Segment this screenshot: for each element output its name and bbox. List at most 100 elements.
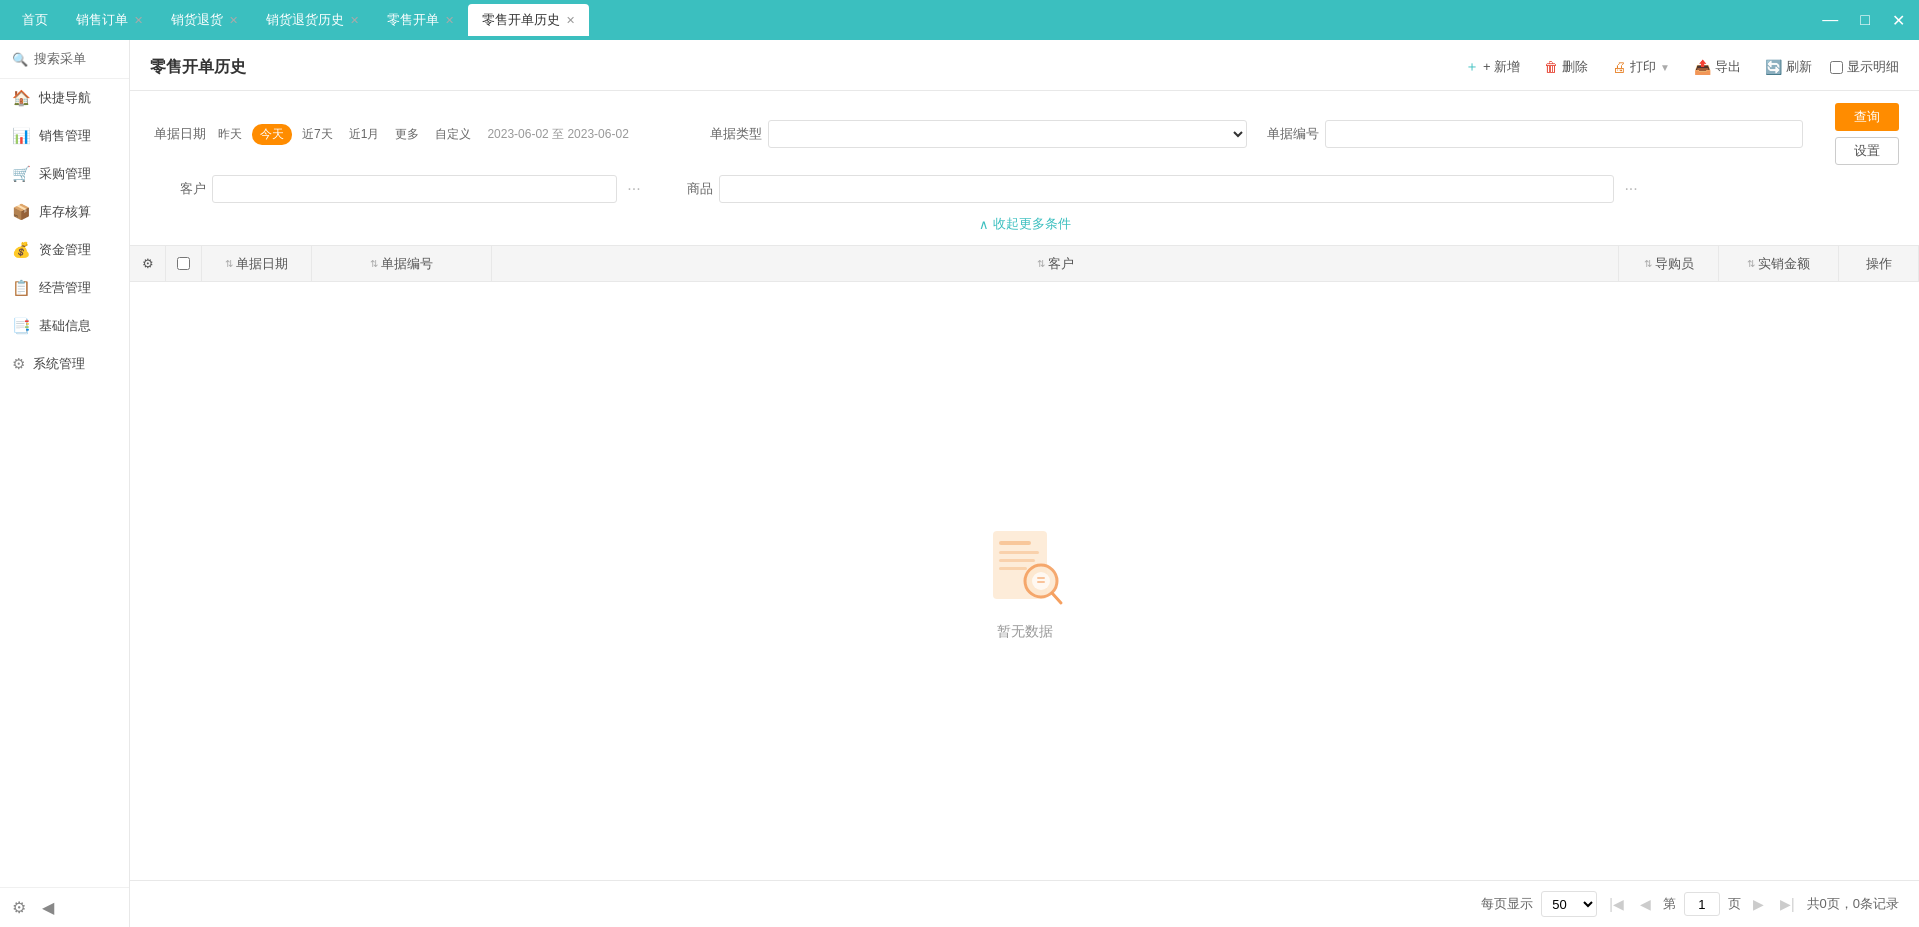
sidebar-item-basic-info[interactable]: 📑 基础信息 — [0, 307, 129, 345]
query-button[interactable]: 查询 — [1835, 103, 1899, 131]
refresh-button[interactable]: 🔄 刷新 — [1759, 54, 1818, 80]
date-filter-label: 单据日期 — [150, 125, 206, 143]
toolbar: ＋ + 新增 🗑 删除 🖨 打印 ▼ 📤 导出 🔄 — [1459, 54, 1899, 80]
page-header: 零售开单历史 ＋ + 新增 🗑 删除 🖨 打印 ▼ 📤 导出 — [130, 40, 1919, 91]
close-button[interactable]: ✕ — [1886, 9, 1911, 32]
tab-close-sales-return-history[interactable]: ✕ — [350, 15, 359, 26]
tab-retail-open-history[interactable]: 零售开单历史 ✕ — [468, 4, 589, 36]
bill-type-label: 单据类型 — [706, 125, 762, 143]
th-checkbox[interactable] — [166, 246, 202, 281]
page-size-select[interactable]: 50 10 20 100 — [1541, 891, 1597, 917]
svg-rect-8 — [1037, 577, 1045, 579]
collapse-sidebar-button[interactable]: ◀ — [42, 898, 54, 917]
top-tabbar: 首页 销售订单 ✕ 销货退货 ✕ 销货退货历史 ✕ 零售开单 ✕ 零售开单历史 … — [0, 0, 1919, 40]
custom-btn[interactable]: 自定义 — [429, 124, 477, 145]
search-icon: 🔍 — [12, 52, 28, 67]
goods-ellipsis[interactable]: ··· — [1624, 180, 1637, 198]
filter-row-1: 单据日期 昨天 今天 近7天 近1月 更多 自定义 2023-06-02 至 2… — [150, 103, 1899, 165]
empty-state: 暂无数据 — [130, 282, 1919, 880]
content-area: 零售开单历史 ＋ + 新增 🗑 删除 🖨 打印 ▼ 📤 导出 — [130, 40, 1919, 927]
display-detail-checkbox[interactable]: 显示明细 — [1830, 58, 1899, 76]
sidebar-item-inventory[interactable]: 📦 库存核算 — [0, 193, 129, 231]
sort-icon-billno: ⇅ — [370, 258, 378, 269]
th-amount[interactable]: ⇅ 实销金额 — [1719, 246, 1839, 281]
last-month-btn[interactable]: 近1月 — [343, 124, 386, 145]
filter-row-2: 客户 ··· 商品 ··· — [150, 175, 1899, 203]
bill-no-input[interactable] — [1325, 120, 1803, 148]
bill-no-label: 单据编号 — [1263, 125, 1319, 143]
page-last-button[interactable]: ▶| — [1776, 894, 1799, 914]
sidebar-item-sales-mgmt[interactable]: 📊 销售管理 — [0, 117, 129, 155]
set-button[interactable]: 设置 — [1835, 137, 1899, 165]
table-area: ⚙ ⇅ 单据日期 ⇅ 单据编号 ⇅ 客户 ⇅ — [130, 246, 1919, 880]
svg-rect-9 — [1037, 581, 1045, 583]
maximize-button[interactable]: □ — [1854, 9, 1876, 32]
sidebar-item-quick-nav[interactable]: 🏠 快捷导航 — [0, 79, 129, 117]
pagination: 每页显示 50 10 20 100 |◀ ◀ 第 页 ▶ ▶| 共0页，0条记录 — [130, 880, 1919, 927]
sidebar-item-system-mgmt[interactable]: ⚙ 系统管理 — [0, 345, 129, 383]
sidebar-search[interactable]: 🔍 搜索采单 — [0, 40, 129, 79]
tab-sales-order[interactable]: 销售订单 ✕ — [62, 4, 157, 36]
filter-area: 单据日期 昨天 今天 近7天 近1月 更多 自定义 2023-06-02 至 2… — [130, 91, 1919, 246]
last7-btn[interactable]: 近7天 — [296, 124, 339, 145]
sidebar-item-operation[interactable]: 📋 经营管理 — [0, 269, 129, 307]
select-all-checkbox[interactable] — [177, 257, 190, 270]
page-number-input[interactable] — [1684, 892, 1720, 916]
tab-close-retail-open-history[interactable]: ✕ — [566, 15, 575, 26]
tab-close-sales-order[interactable]: ✕ — [134, 15, 143, 26]
page-word: 第 — [1663, 895, 1676, 913]
print-button[interactable]: 🖨 打印 ▼ — [1606, 54, 1676, 80]
tab-close-sales-return[interactable]: ✕ — [229, 15, 238, 26]
page-word2: 页 — [1728, 895, 1741, 913]
tab-retail-open[interactable]: 零售开单 ✕ — [373, 4, 468, 36]
settings-bottom-button[interactable]: ⚙ — [12, 898, 26, 917]
svg-line-7 — [1052, 593, 1061, 603]
th-customer[interactable]: ⇅ 客户 — [492, 246, 1619, 281]
sales-icon: 📊 — [12, 127, 31, 145]
tab-home[interactable]: 首页 — [8, 4, 62, 36]
th-settings[interactable]: ⚙ — [130, 246, 166, 281]
bill-type-select[interactable] — [768, 120, 1246, 148]
basic-info-icon: 📑 — [12, 317, 31, 335]
minimize-button[interactable]: — — [1816, 9, 1844, 32]
tab-close-retail-open[interactable]: ✕ — [445, 15, 454, 26]
total-info: 共0页，0条记录 — [1807, 895, 1899, 913]
yesterday-btn[interactable]: 昨天 — [212, 124, 248, 145]
refresh-icon: 🔄 — [1765, 59, 1782, 75]
tab-sales-return[interactable]: 销货退货 ✕ — [157, 4, 252, 36]
page-first-button[interactable]: |◀ — [1605, 894, 1628, 914]
inventory-icon: 📦 — [12, 203, 31, 221]
add-button[interactable]: ＋ + 新增 — [1459, 54, 1526, 80]
print-icon: 🖨 — [1612, 59, 1626, 75]
customer-ellipsis[interactable]: ··· — [627, 180, 640, 198]
th-date[interactable]: ⇅ 单据日期 — [202, 246, 312, 281]
sort-icon-salesperson: ⇅ — [1644, 258, 1652, 269]
chevron-up-icon: ∧ — [979, 217, 989, 232]
finance-icon: 💰 — [12, 241, 31, 259]
page-title: 零售开单历史 — [150, 57, 246, 78]
empty-icon — [975, 521, 1075, 611]
add-icon: ＋ — [1465, 58, 1479, 76]
more-btn[interactable]: 更多 — [389, 124, 425, 145]
bill-type-select-wrap — [768, 120, 1246, 148]
goods-input[interactable] — [719, 175, 1615, 203]
tab-sales-return-history[interactable]: 销货退货历史 ✕ — [252, 4, 373, 36]
collapse-filter-button[interactable]: ∧ 收起更多条件 — [979, 215, 1071, 233]
display-detail-input[interactable] — [1830, 61, 1843, 74]
sidebar-item-finance[interactable]: 💰 资金管理 — [0, 231, 129, 269]
th-billno[interactable]: ⇅ 单据编号 — [312, 246, 492, 281]
purchase-icon: 🛒 — [12, 165, 31, 183]
date-range-display: 2023-06-02 至 2023-06-02 — [487, 126, 628, 143]
export-button[interactable]: 📤 导出 — [1688, 54, 1747, 80]
th-salesperson[interactable]: ⇅ 导购员 — [1619, 246, 1719, 281]
sort-icon-date: ⇅ — [225, 258, 233, 269]
sort-icon-customer: ⇅ — [1037, 258, 1045, 269]
export-icon: 📤 — [1694, 59, 1711, 75]
page-next-button[interactable]: ▶ — [1749, 894, 1768, 914]
delete-button[interactable]: 🗑 删除 — [1538, 54, 1594, 80]
sidebar-item-purchase-mgmt[interactable]: 🛒 采购管理 — [0, 155, 129, 193]
page-prev-button[interactable]: ◀ — [1636, 894, 1655, 914]
customer-input[interactable] — [212, 175, 617, 203]
today-btn[interactable]: 今天 — [252, 124, 292, 145]
settings-icon: ⚙ — [142, 256, 154, 271]
